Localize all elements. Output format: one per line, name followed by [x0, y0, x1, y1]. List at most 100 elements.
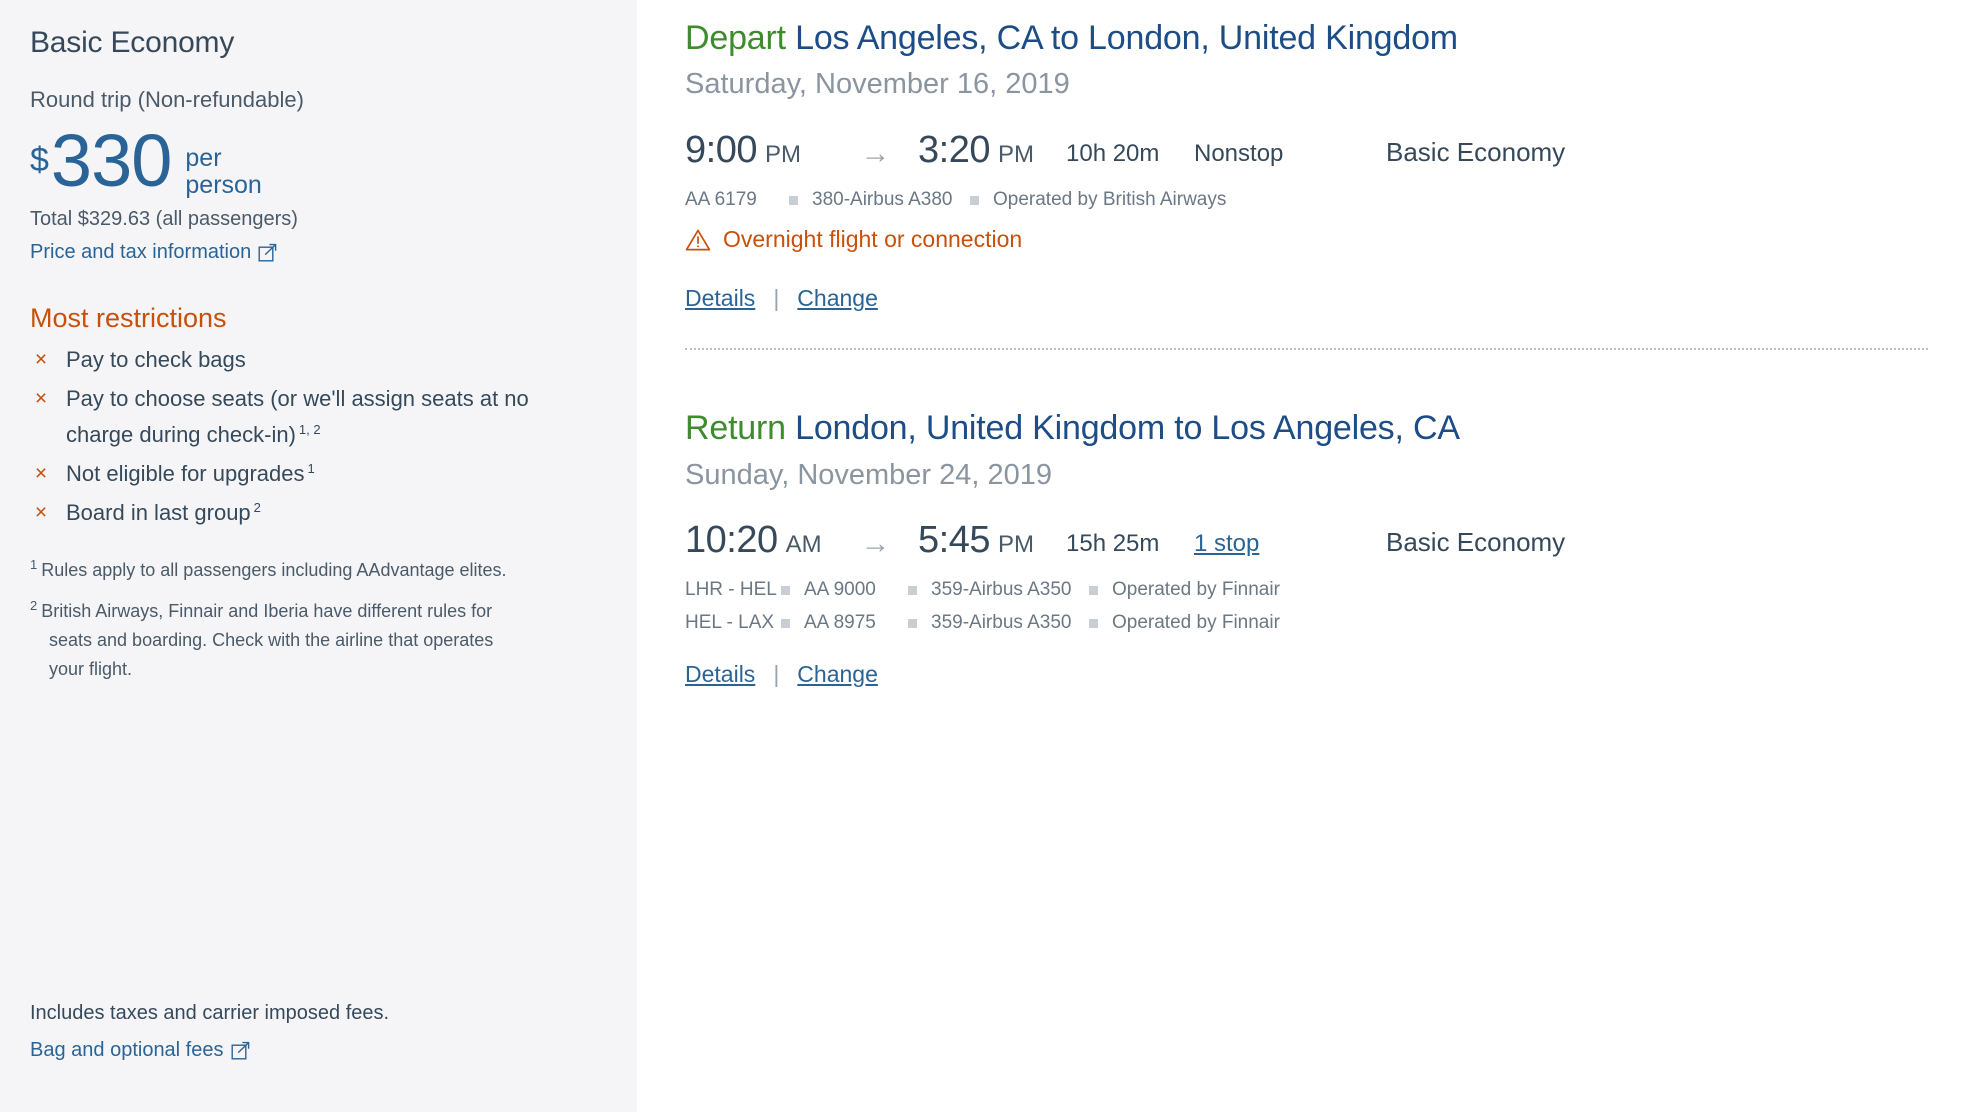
footnote: 1 Rules apply to all passengers including…: [30, 556, 520, 585]
restrictions-heading: Most restrictions: [30, 302, 227, 333]
segment-route: Los Angeles, CA to London, United Kingdo…: [795, 19, 1458, 57]
segment-return: Return London, United Kingdom to Los Ang…: [685, 408, 1940, 688]
change-link[interactable]: Change: [797, 285, 878, 312]
cabin-cell: Basic Economy: [1386, 520, 1940, 560]
separator-square-icon: [781, 618, 790, 628]
x-mark-icon: ×: [34, 501, 48, 525]
external-link-icon: [231, 1041, 250, 1060]
x-mark-icon: ×: [34, 347, 48, 371]
includes-taxes-label: Includes taxes and carrier imposed fees.: [30, 1002, 390, 1024]
change-link[interactable]: Change: [797, 661, 878, 688]
itinerary-panel: Depart Los Angeles, CA to London, United…: [637, 0, 1980, 1112]
depart-time-cell: 9:00 PM: [685, 129, 833, 172]
currency-symbol: $: [30, 141, 49, 180]
depart-time: 9:00: [685, 129, 757, 172]
separator-square-icon: [908, 586, 917, 596]
overnight-alert-text: Overnight flight or connection: [723, 226, 1023, 253]
stops-count-link[interactable]: 1 stop: [1194, 530, 1259, 557]
flight-leg-info: HEL - LAX AA 8975 359-Airbus A350 Operat…: [685, 608, 1940, 639]
footnote-marker: 1: [307, 461, 315, 477]
stops-cell: Nonstop: [1194, 130, 1386, 171]
separator-square-icon: [970, 196, 979, 206]
separator-square-icon: [781, 586, 790, 596]
separator-square-icon: [1089, 586, 1098, 596]
price-amount: 330: [50, 119, 172, 203]
restriction-text: Board in last group 2: [66, 495, 261, 532]
flight-times-row: 9:00 PM → 3:20 PM 10h 20m Nonstop Basic Ec…: [685, 129, 1940, 173]
arrive-time-cell: 3:20 PM: [918, 129, 1066, 172]
segment-date: Saturday, November 16, 2019: [685, 68, 1070, 101]
restriction-text: Pay to check bags: [66, 342, 246, 379]
fare-name-heading: Basic Economy: [30, 26, 235, 59]
flight-number: AA 8975: [804, 612, 876, 634]
restriction-text: Pay to choose seats (or we'll assign sea…: [66, 381, 536, 455]
restriction-label: Board in last group: [66, 500, 251, 526]
operated-by: Operated by Finnair: [1112, 612, 1280, 634]
segment-depart: Depart Los Angeles, CA to London, United…: [685, 18, 1940, 351]
operated-by: Operated by Finnair: [1112, 579, 1280, 601]
details-link[interactable]: Details: [685, 285, 755, 312]
footnote: 2 British Airways, Finnair and Iberia hav…: [30, 597, 520, 684]
depart-ampm: AM: [785, 531, 822, 559]
stops-cell: 1 stop: [1194, 520, 1386, 561]
segment-actions: Details | Change: [685, 285, 1940, 312]
price-and-tax-information-link[interactable]: Price and tax information: [30, 241, 277, 264]
segment-route: London, United Kingdom to Los Angeles, C…: [795, 409, 1460, 448]
x-mark-icon: ×: [34, 462, 48, 486]
footnote-text: British Airways, Finnair and Iberia have…: [41, 600, 494, 679]
separator-square-icon: [908, 618, 917, 628]
footnote-marker: 2: [253, 500, 261, 516]
restriction-label: Pay to check bags: [66, 346, 246, 372]
arrow-right-icon: →: [860, 527, 891, 561]
arrive-ampm: PM: [997, 141, 1034, 169]
price-block: $ 330 per person: [30, 119, 607, 203]
arrive-time: 3:20: [918, 129, 990, 172]
aircraft-equipment: 380-Airbus A380: [812, 189, 953, 211]
total-price-label: Total $329.63 (all passengers): [30, 207, 298, 230]
fare-summary-sidebar: Basic Economy Round trip (Non-refundable…: [0, 0, 637, 1112]
cabin-label: Basic Economy: [1386, 137, 1566, 168]
restriction-item: × Pay to check bags: [30, 342, 607, 379]
segment-actions: Details | Change: [685, 661, 1940, 688]
x-mark-icon: ×: [34, 386, 48, 410]
segment-direction-label: Return: [685, 409, 786, 448]
leg-route-code: LHR - HEL: [685, 579, 777, 601]
restriction-text: Not eligible for upgrades 1: [66, 456, 315, 493]
restriction-item: × Not eligible for upgrades 1: [30, 456, 607, 493]
restrictions-list: × Pay to check bags × Pay to choose seat…: [30, 342, 607, 533]
separator-square-icon: [1089, 618, 1098, 628]
separator-square-icon: [789, 196, 798, 206]
footnote-mark: 2: [30, 597, 38, 613]
sidebar-footer: Includes taxes and carrier imposed fees.…: [30, 1002, 389, 1062]
depart-time-cell: 10:20 AM: [685, 519, 833, 562]
restriction-label: Pay to choose seats (or we'll assign sea…: [66, 385, 529, 448]
restriction-item: × Board in last group 2: [30, 495, 607, 532]
duration-cell: 15h 25m: [1066, 520, 1194, 561]
price-and-tax-information-label: Price and tax information: [30, 240, 252, 263]
depart-time: 10:20: [685, 519, 778, 562]
restriction-item: × Pay to choose seats (or we'll assign s…: [30, 381, 607, 455]
actions-separator: |: [773, 285, 780, 312]
aircraft-equipment: 359-Airbus A350: [931, 612, 1072, 634]
actions-separator: |: [773, 660, 780, 687]
footnote-marker: 1, 2: [298, 422, 321, 438]
cabin-label: Basic Economy: [1386, 527, 1566, 558]
flight-number: AA 6179: [685, 189, 757, 211]
direction-arrow-cell: →: [833, 130, 918, 173]
page-root: Basic Economy Round trip (Non-refundable…: [0, 0, 1980, 1112]
bag-and-optional-fees-link[interactable]: Bag and optional fees: [30, 1039, 250, 1062]
details-link[interactable]: Details: [685, 661, 755, 688]
depart-ampm: PM: [764, 141, 801, 169]
arrow-right-icon: →: [860, 137, 891, 171]
flight-duration: 15h 25m: [1066, 530, 1160, 558]
flight-times-row: 10:20 AM → 5:45 PM 15h 25m 1 stop Basic Ec…: [685, 519, 1940, 563]
flight-leg-info: AA 6179 380-Airbus A380 Operated by Brit…: [685, 185, 1940, 216]
direction-arrow-cell: →: [833, 520, 918, 563]
cabin-cell: Basic Economy: [1386, 130, 1940, 170]
flight-duration: 10h 20m: [1066, 140, 1160, 168]
overnight-flight-alert: Overnight flight or connection: [685, 226, 1940, 253]
arrive-ampm: PM: [997, 531, 1034, 559]
price-unit-line1: per: [185, 144, 222, 173]
price-unit: per person: [185, 145, 261, 198]
segment-title: Depart Los Angeles, CA to London, United…: [685, 18, 1940, 59]
